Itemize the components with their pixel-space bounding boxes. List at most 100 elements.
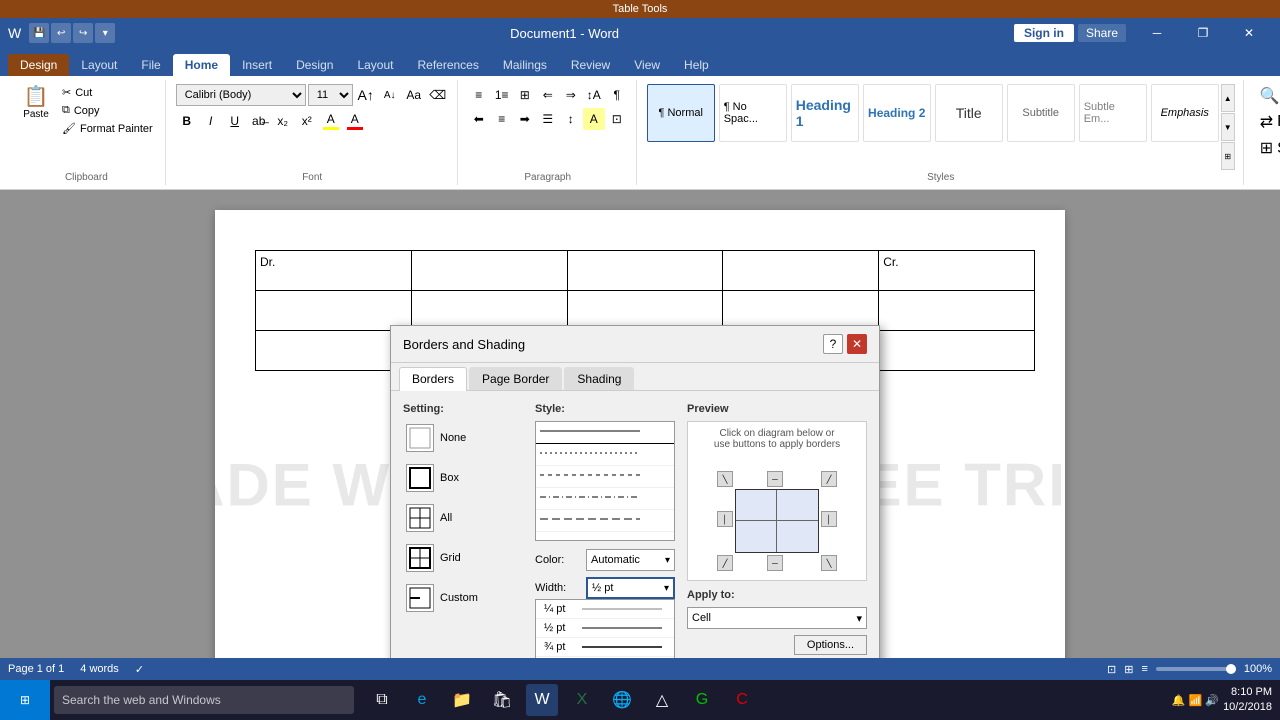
shading-btn[interactable]: A — [583, 108, 605, 130]
find-btn[interactable]: 🔍 Find — [1254, 84, 1280, 108]
taskbar-app3[interactable]: C — [726, 684, 758, 716]
highlight-btn[interactable]: A — [320, 110, 342, 132]
tab-help[interactable]: Help — [672, 54, 721, 76]
undo-btn[interactable]: ↩ — [51, 23, 71, 43]
view-print-btn[interactable]: ⊡ — [1107, 663, 1116, 676]
taskbar-task-view[interactable]: ⧉ — [366, 684, 398, 716]
taskbar-edge[interactable]: e — [406, 684, 438, 716]
style-list-dotted1[interactable] — [536, 444, 674, 466]
start-button[interactable]: ⊞ — [0, 680, 50, 720]
borders-btn[interactable]: ⊡ — [606, 108, 628, 130]
redo-btn[interactable]: ↪ — [73, 23, 93, 43]
preview-br-btn[interactable]: ╲ — [821, 555, 837, 571]
preview-bottom-border-btn[interactable]: ─ — [767, 555, 783, 571]
taskbar-store[interactable]: 🛍 — [486, 684, 518, 716]
preview-top-border-btn[interactable]: ─ — [767, 471, 783, 487]
copy-button[interactable]: ⧉ Copy — [58, 102, 157, 119]
tab-layout[interactable]: Layout — [345, 54, 405, 76]
style-list-solid[interactable] — [536, 422, 674, 444]
taskbar-chrome[interactable]: 🌐 — [606, 684, 638, 716]
share-btn[interactable]: Share — [1078, 24, 1126, 42]
tab-design-tools[interactable]: Design — [8, 54, 69, 76]
table-cell[interactable] — [723, 251, 879, 291]
style-subtitle[interactable]: Subtitle — [1007, 84, 1075, 142]
table-cell[interactable] — [879, 331, 1035, 371]
multilevel-btn[interactable]: ⊞ — [514, 84, 536, 106]
width-option-025[interactable]: ¼ pt — [536, 600, 674, 619]
preview-tl-btn[interactable]: ╲ — [717, 471, 733, 487]
decrease-indent-btn[interactable]: ⇐ — [537, 84, 559, 106]
table-cell[interactable] — [411, 251, 567, 291]
preview-left-border-btn[interactable]: │ — [717, 511, 733, 527]
style-list-dotted3[interactable] — [536, 488, 674, 510]
restore-btn[interactable]: ❐ — [1180, 18, 1226, 48]
subscript-btn[interactable]: x₂ — [272, 110, 294, 132]
strikethrough-btn[interactable]: ab̶ — [248, 110, 270, 132]
bullets-btn[interactable]: ≡ — [468, 84, 490, 106]
table-cell[interactable]: Cr. — [879, 251, 1035, 291]
tab-home[interactable]: Home — [173, 54, 230, 76]
dialog-tab-shading[interactable]: Shading — [564, 367, 634, 390]
replace-btn[interactable]: ⇄ Replace — [1254, 110, 1280, 134]
dialog-tab-page-border[interactable]: Page Border — [469, 367, 562, 390]
taskbar-word[interactable]: W — [526, 684, 558, 716]
tab-references[interactable]: References — [405, 54, 490, 76]
increase-indent-btn[interactable]: ⇒ — [560, 84, 582, 106]
style-no-spacing[interactable]: ¶ No Spac... — [719, 84, 787, 142]
preview-bl-btn[interactable]: ╱ — [717, 555, 733, 571]
preview-tr-btn[interactable]: ╱ — [821, 471, 837, 487]
superscript-btn[interactable]: x² — [296, 110, 318, 132]
options-button[interactable]: Options... — [794, 635, 867, 655]
table-cell[interactable] — [879, 291, 1035, 331]
taskbar-explorer[interactable]: 📁 — [446, 684, 478, 716]
sign-in-btn[interactable]: Sign in — [1014, 24, 1074, 42]
save-btn[interactable]: 💾 — [29, 23, 49, 43]
setting-box[interactable]: Box — [403, 461, 523, 495]
style-title[interactable]: Title — [935, 84, 1003, 142]
taskbar-app1[interactable]: △ — [646, 684, 678, 716]
tab-review[interactable]: Review — [559, 54, 622, 76]
bold-btn[interactable]: B — [176, 110, 198, 132]
italic-btn[interactable]: I — [200, 110, 222, 132]
minimize-btn[interactable]: ─ — [1134, 18, 1180, 48]
align-left-btn[interactable]: ⬅ — [468, 108, 490, 130]
setting-grid[interactable]: Grid — [403, 541, 523, 575]
style-heading1[interactable]: Heading 1 — [791, 84, 859, 142]
tab-view[interactable]: View — [622, 54, 672, 76]
preview-right-border-btn[interactable]: │ — [821, 511, 837, 527]
font-family-select[interactable]: Calibri (Body) — [176, 84, 306, 106]
align-center-btn[interactable]: ≡ — [491, 108, 513, 130]
width-select[interactable]: ½ pt ▾ — [586, 577, 675, 599]
taskbar-excel[interactable]: X — [566, 684, 598, 716]
style-heading2[interactable]: Heading 2 — [863, 84, 931, 142]
style-normal[interactable]: ¶ Normal — [647, 84, 715, 142]
underline-btn[interactable]: U — [224, 110, 246, 132]
gallery-scroll-down[interactable]: ▼ — [1221, 113, 1235, 141]
table-cell[interactable] — [567, 251, 723, 291]
tab-mailings[interactable]: Mailings — [491, 54, 559, 76]
tab-design[interactable]: Design — [284, 54, 345, 76]
table-cell[interactable] — [256, 331, 412, 371]
font-size-select[interactable]: 11 — [308, 84, 353, 106]
align-right-btn[interactable]: ➡ — [514, 108, 536, 130]
tab-layout-tools[interactable]: Layout — [69, 54, 129, 76]
line-spacing-btn[interactable]: ↕ — [560, 108, 582, 130]
gallery-more[interactable]: ⊞ — [1221, 142, 1235, 170]
numbering-btn[interactable]: 1≡ — [491, 84, 513, 106]
setting-none[interactable]: None — [403, 421, 523, 455]
width-option-05[interactable]: ½ pt — [536, 619, 674, 638]
style-list-dotted2[interactable] — [536, 466, 674, 488]
width-option-1[interactable]: 1 pt — [536, 657, 674, 658]
width-option-075[interactable]: ¾ pt — [536, 638, 674, 657]
style-emphasis[interactable]: Emphasis — [1151, 84, 1219, 142]
setting-custom[interactable]: Custom — [403, 581, 523, 615]
close-btn[interactable]: ✕ — [1226, 18, 1272, 48]
dialog-help-btn[interactable]: ? — [823, 334, 843, 354]
view-read-btn[interactable]: ≡ — [1141, 663, 1147, 675]
dialog-tab-borders[interactable]: Borders — [399, 367, 467, 391]
clear-format-btn[interactable]: ⌫ — [427, 84, 449, 106]
style-list-dashed[interactable] — [536, 510, 674, 532]
table-cell[interactable]: Dr. — [256, 251, 412, 291]
color-select[interactable]: Automatic ▾ — [586, 549, 675, 571]
paste-button[interactable]: 📋 Paste — [16, 84, 56, 123]
